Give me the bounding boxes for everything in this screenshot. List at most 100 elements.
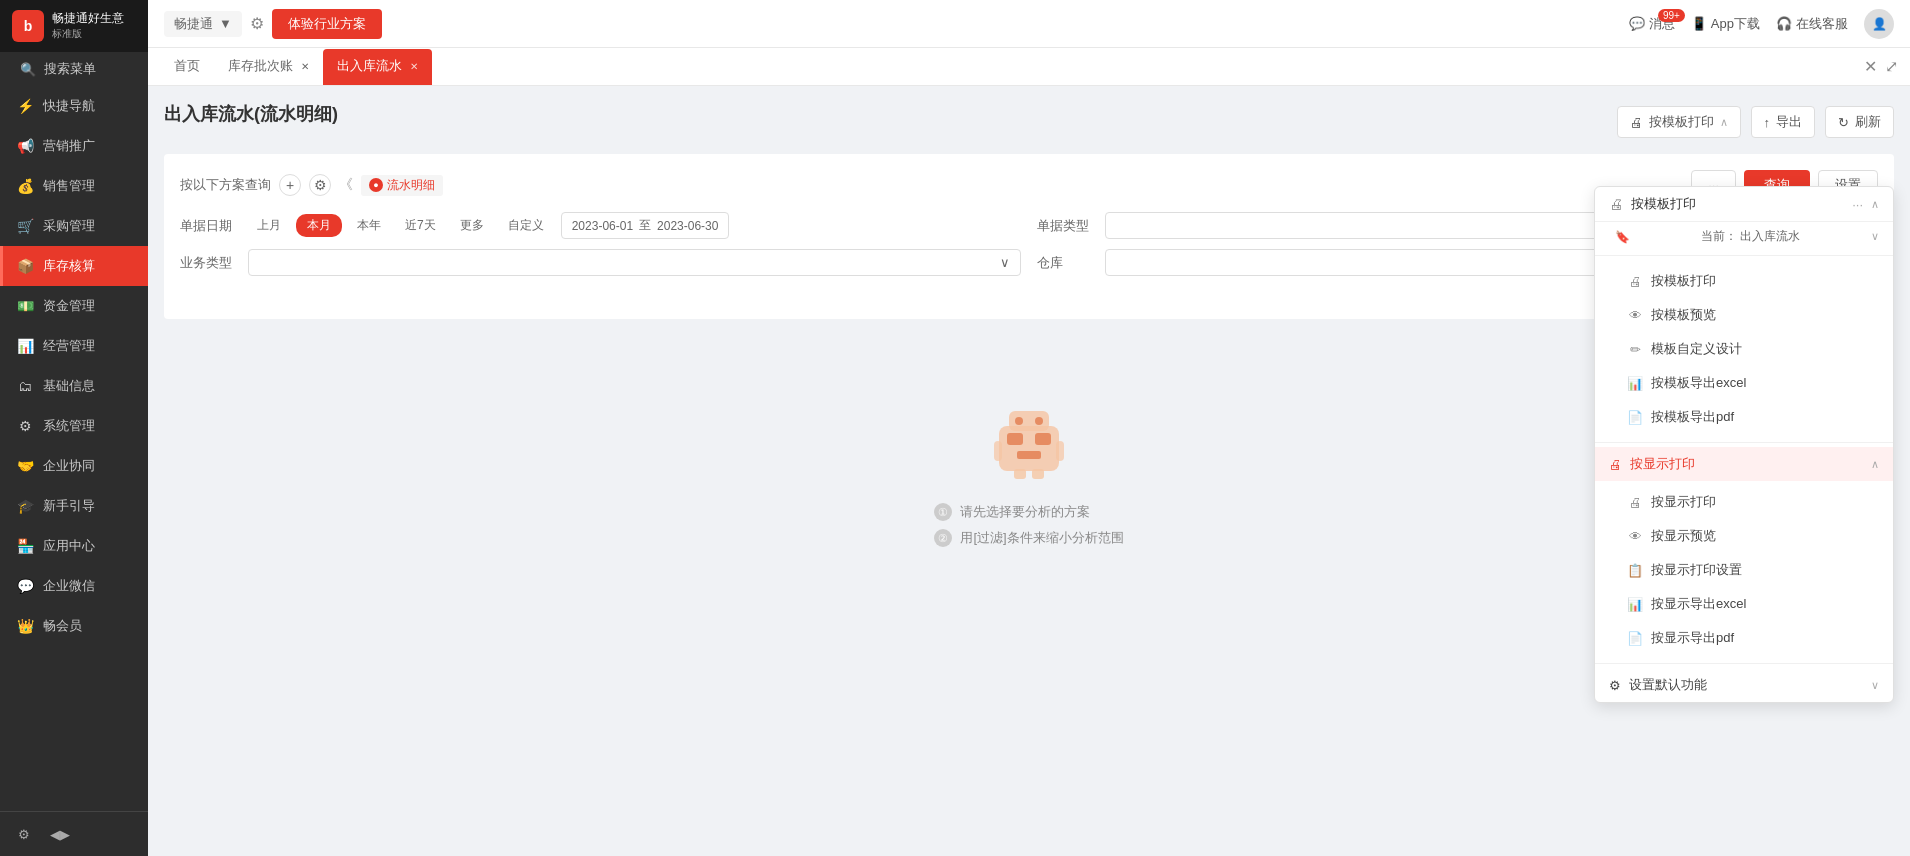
dropdown-template-design[interactable]: ✏ 模板自定义设计 [1595, 332, 1893, 366]
default-function-arrow: ∨ [1871, 679, 1879, 692]
dropdown-template-export-excel[interactable]: 📊 按模板导出excel [1595, 366, 1893, 400]
biz-type-arrow: ∨ [1000, 255, 1010, 270]
user-area[interactable]: 畅捷通 ▼ [164, 11, 242, 37]
logo-title: 畅捷通好生意 [52, 11, 124, 27]
sidebar-item-sales[interactable]: 💰 销售管理 [0, 166, 148, 206]
sidebar-item-cooperation[interactable]: 🤝 企业协同 [0, 446, 148, 486]
dropdown-template-preview[interactable]: 👁 按模板预览 [1595, 298, 1893, 332]
refresh-btn[interactable]: ↻ 刷新 [1825, 106, 1894, 138]
svg-rect-1 [1007, 433, 1023, 445]
marketing-icon: 📢 [15, 136, 35, 156]
guide-label: 新手引导 [43, 497, 95, 515]
dropdown-template-print[interactable]: 🖨 按模板打印 [1595, 264, 1893, 298]
date-this-year[interactable]: 本年 [348, 214, 390, 237]
industry-btn[interactable]: 体验行业方案 [272, 9, 382, 39]
tab-batch-account[interactable]: 库存批次账 ✕ [214, 49, 323, 85]
display-settings-icon: 📋 [1627, 562, 1643, 578]
dropdown-display-print[interactable]: 🖨 按显示打印 [1595, 485, 1893, 519]
dropdown-template-export-pdf[interactable]: 📄 按模板导出pdf [1595, 400, 1893, 434]
message-icon: 💬 [1629, 16, 1645, 31]
divider-3 [1595, 663, 1893, 664]
online-service-btn[interactable]: 🎧 在线客服 [1776, 15, 1848, 33]
display-section-header[interactable]: 🖨 按显示打印 ∧ [1595, 447, 1893, 481]
date-last-7days[interactable]: 近7天 [396, 214, 445, 237]
biz-type-select[interactable]: ∨ [248, 249, 1021, 276]
sidebar-item-quick-nav[interactable]: ⚡ 快捷导航 [0, 86, 148, 126]
sidebar-nav: ⚡ 快捷导航 📢 营销推广 💰 销售管理 🛒 采购管理 📦 库存核算 💵 资金管… [0, 86, 148, 811]
online-service-label: 在线客服 [1796, 15, 1848, 33]
display-preview-icon: 👁 [1627, 528, 1643, 544]
tab-inout-flow[interactable]: 出入库流水 ✕ [323, 49, 432, 85]
bill-type-label: 单据类型 [1037, 217, 1097, 235]
sidebar-item-operation[interactable]: 📊 经营管理 [0, 326, 148, 366]
filter-collapse-icon[interactable]: 《 [339, 176, 353, 194]
sidebar-item-vip[interactable]: 👑 畅会员 [0, 606, 148, 646]
date-range-picker[interactable]: 2023-06-01 至 2023-06-30 [561, 212, 730, 239]
display-section-arrow: ∧ [1871, 458, 1879, 471]
tab-home[interactable]: 首页 [160, 49, 214, 85]
filter-add-btn[interactable]: + [279, 174, 301, 196]
sidebar-item-appstore[interactable]: 🏪 应用中心 [0, 526, 148, 566]
cooperation-label: 企业协同 [43, 457, 95, 475]
tab-batch-close[interactable]: ✕ [301, 61, 309, 72]
sidebar-item-marketing[interactable]: 📢 营销推广 [0, 126, 148, 166]
cooperation-icon: 🤝 [15, 456, 35, 476]
export-btn[interactable]: ↑ 导出 [1751, 106, 1816, 138]
sidebar-item-inventory[interactable]: 📦 库存核算 [0, 246, 148, 286]
filter-settings-btn[interactable]: ⚙ [309, 174, 331, 196]
svg-point-10 [1035, 417, 1043, 425]
sidebar-item-system[interactable]: ⚙ 系统管理 [0, 406, 148, 446]
sales-icon: 💰 [15, 176, 35, 196]
message-btn[interactable]: 💬 消息 99+ [1629, 15, 1675, 33]
dropdown-display-export-excel[interactable]: 📊 按显示导出excel [1595, 587, 1893, 621]
display-section-label: 按显示打印 [1630, 455, 1695, 473]
sidebar-item-purchase[interactable]: 🛒 采购管理 [0, 206, 148, 246]
current-template-row: 🔖 当前： 出入库流水 ∨ [1595, 222, 1893, 251]
operation-icon: 📊 [15, 336, 35, 356]
online-service-icon: 🎧 [1776, 16, 1792, 31]
app-download-icon: 📱 [1691, 16, 1707, 31]
dropdown-display-preview[interactable]: 👁 按显示预览 [1595, 519, 1893, 553]
app-download-btn[interactable]: 📱 App下载 [1691, 15, 1760, 33]
print-template-btn[interactable]: 🖨 按模板打印 ∧ [1617, 106, 1741, 138]
user-avatar[interactable]: 👤 [1864, 9, 1894, 39]
default-function-header[interactable]: ⚙ 设置默认功能 ∨ [1595, 668, 1893, 702]
date-last-month[interactable]: 上月 [248, 214, 290, 237]
step-num-2: ② [934, 529, 952, 547]
date-from: 2023-06-01 [572, 219, 633, 233]
sidebar-collapse-icon[interactable]: ◀▶ [48, 822, 72, 846]
sidebar-settings-icon[interactable]: ⚙ [12, 822, 36, 846]
tab-maximize-window[interactable]: ⤢ [1885, 57, 1898, 76]
topbar: 畅捷通 ▼ ⚙ 体验行业方案 💬 消息 99+ 📱 App下载 🎧 在线客服 👤 [148, 0, 1910, 48]
sidebar-item-finance[interactable]: 💵 资金管理 [0, 286, 148, 326]
template-pdf-icon: 📄 [1627, 409, 1643, 425]
user-name-text: 畅捷通 [174, 15, 213, 33]
sidebar-item-guide[interactable]: 🎓 新手引导 [0, 486, 148, 526]
divider-2 [1595, 442, 1893, 443]
logo-subtitle: 标准版 [52, 27, 124, 41]
date-more[interactable]: 更多 [451, 214, 493, 237]
sidebar-search[interactable]: 🔍 搜索菜单 [0, 52, 148, 86]
topbar-settings-icon[interactable]: ⚙ [250, 14, 264, 33]
date-shortcuts: 上月 本月 本年 近7天 更多 自定义 [248, 214, 553, 237]
sidebar-item-wechat[interactable]: 💬 企业微信 [0, 566, 148, 606]
print-template-label: 按模板打印 [1649, 113, 1714, 131]
tab-inout-close[interactable]: ✕ [410, 61, 418, 72]
date-this-month[interactable]: 本月 [296, 214, 342, 237]
dropdown-header-arrow[interactable]: ∧ [1871, 198, 1879, 211]
dropdown-display-export-pdf[interactable]: 📄 按显示导出pdf [1595, 621, 1893, 655]
date-custom[interactable]: 自定义 [499, 214, 553, 237]
date-separator: 至 [639, 217, 651, 234]
dropdown-display-settings[interactable]: 📋 按显示打印设置 [1595, 553, 1893, 587]
main: 畅捷通 ▼ ⚙ 体验行业方案 💬 消息 99+ 📱 App下载 🎧 在线客服 👤 [148, 0, 1910, 856]
vip-label: 畅会员 [43, 617, 82, 635]
dropdown-more-icon[interactable]: ··· [1852, 197, 1863, 212]
current-template-arrow[interactable]: ∨ [1871, 230, 1879, 243]
tab-close-window[interactable]: ✕ [1864, 57, 1877, 76]
quick-nav-icon: ⚡ [15, 96, 35, 116]
display-section: 🖨 按显示打印 👁 按显示预览 📋 按显示打印设置 📊 按显示导出excel 📄 [1595, 481, 1893, 659]
current-template-text: 当前： 出入库流水 [1701, 228, 1800, 245]
template-section: 🖨 按模板打印 👁 按模板预览 ✏ 模板自定义设计 📊 按模板导出excel 📄 [1595, 260, 1893, 438]
sidebar: b 畅捷通好生意 标准版 🔍 搜索菜单 ⚡ 快捷导航 📢 营销推广 💰 销售管理… [0, 0, 148, 856]
sidebar-item-base[interactable]: 🗂 基础信息 [0, 366, 148, 406]
